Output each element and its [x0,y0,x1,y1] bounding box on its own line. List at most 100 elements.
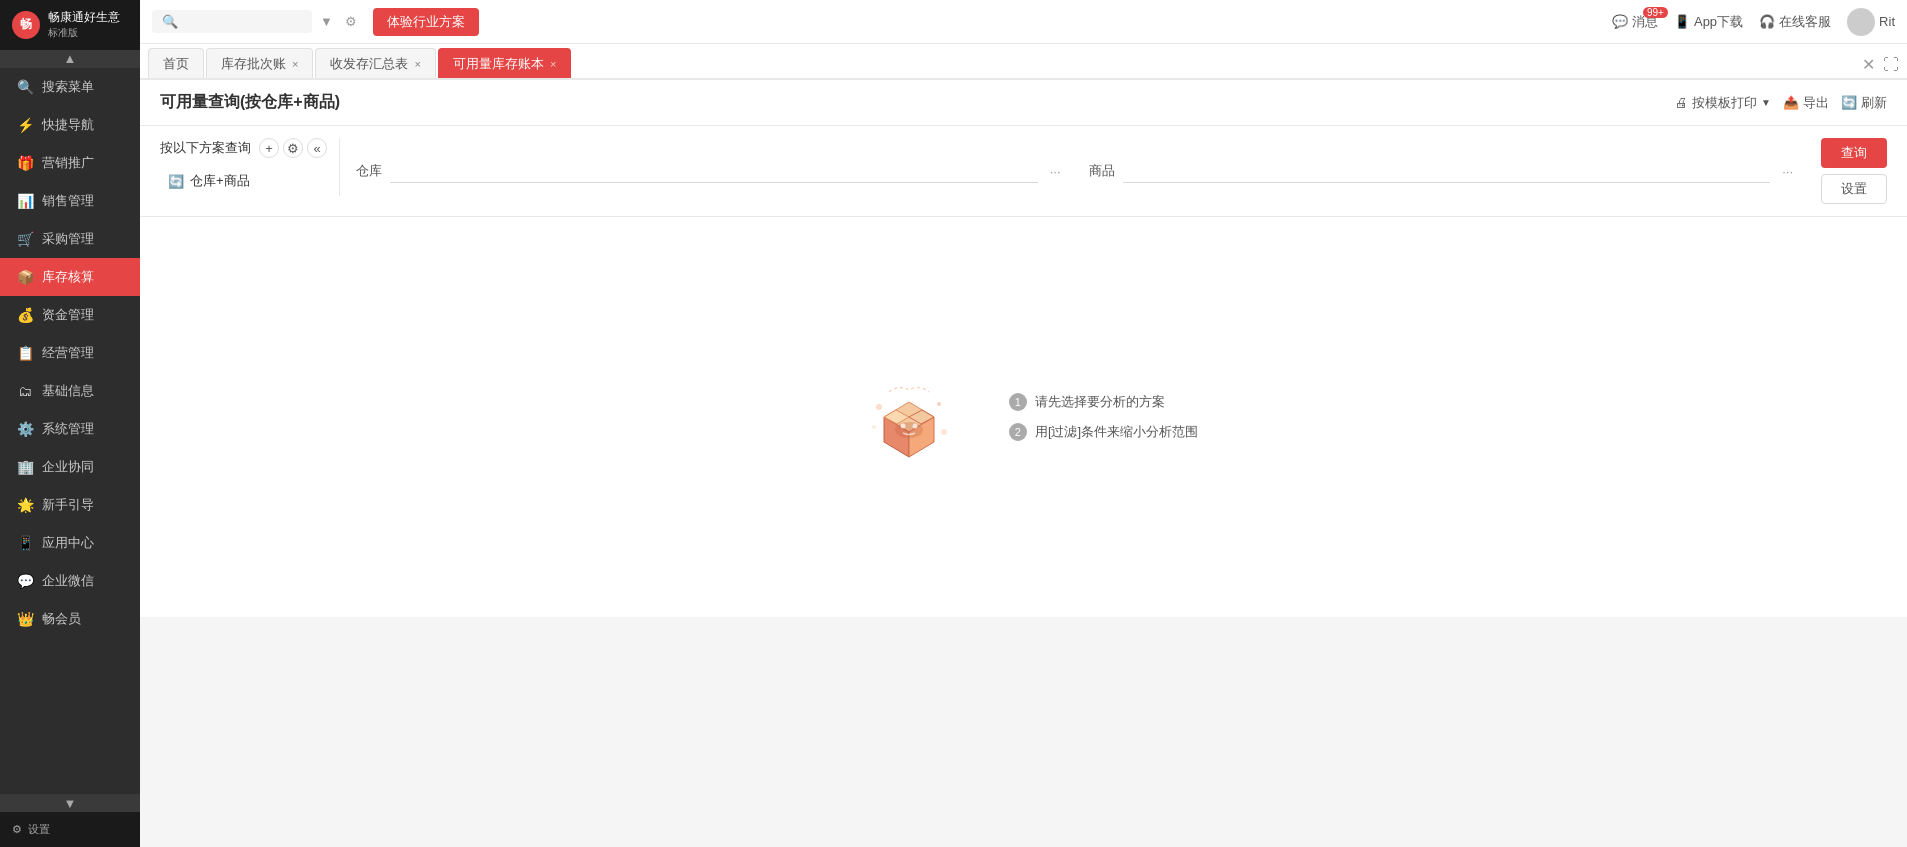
empty-illustration [849,357,969,477]
sidebar-item-inventory[interactable]: 📦 库存核算 [0,258,140,296]
sidebar-scroll-down[interactable]: ▼ [0,794,140,812]
svg-point-7 [912,424,917,429]
export-icon: 📤 [1783,95,1799,110]
sidebar-item-basic[interactable]: 🗂 基础信息 [0,372,140,410]
svg-point-10 [872,425,876,429]
page-header: 可用量查询(按仓库+商品) 🖨 按模板打印 ▼ 📤 导出 🔄 刷新 [140,80,1907,126]
svg-point-6 [900,424,905,429]
wechat-icon: 💬 [16,573,34,589]
basic-icon: 🗂 [16,383,34,399]
sales-icon: 📊 [16,193,34,209]
goods-filter-field: 商品 ··· [1089,159,1798,183]
scheme-refresh-icon: 🔄 [168,174,184,189]
enterprise-icon: 🏢 [16,459,34,475]
sidebar-app-subtitle: 标准版 [48,26,120,40]
add-scheme-button[interactable]: + [259,138,279,158]
sidebar-item-finance[interactable]: 💰 资金管理 [0,296,140,334]
avatar [1847,8,1875,36]
sidebar-item-wechat[interactable]: 💬 企业微信 [0,562,140,600]
print-button[interactable]: 🖨 按模板打印 ▼ [1675,94,1771,112]
user-profile[interactable]: Rit [1847,8,1895,36]
page-content: 可用量查询(按仓库+商品) 🖨 按模板打印 ▼ 📤 导出 🔄 刷新 [140,80,1907,847]
tab-collection-summary[interactable]: 收发存汇总表 × [315,48,435,78]
scheme-item-warehouse-goods[interactable]: 🔄 仓库+商品 [160,166,327,196]
goods-input[interactable] [1123,159,1771,183]
settings-icon: ⚙ [12,823,22,836]
refresh-icon: 🔄 [1841,95,1857,110]
sidebar-item-search[interactable]: 🔍 搜索菜单 [0,68,140,106]
sidebar-item-marketing[interactable]: 🎁 营销推广 [0,144,140,182]
topbar-actions: 💬 消息 99+ 📱 App下载 🎧 在线客服 Rit [1612,8,1895,36]
tab-close-collection[interactable]: × [414,58,420,70]
sidebar-item-system[interactable]: ⚙️ 系统管理 [0,410,140,448]
app-icon: 📱 [1674,14,1690,29]
support-action[interactable]: 🎧 在线客服 [1759,13,1831,31]
tab-available-inventory[interactable]: 可用量库存账本 × [438,48,571,78]
sidebar-item-operations[interactable]: 📋 经营管理 [0,334,140,372]
svg-point-9 [937,402,941,406]
purchase-icon: 🛒 [16,231,34,247]
trial-button[interactable]: 体验行业方案 [373,8,479,36]
topbar-search-box[interactable]: 🔍 [152,10,312,33]
sidebar-bottom: ⚙ 设置 [0,812,140,847]
sidebar-item-shortcut[interactable]: ⚡ 快捷导航 [0,106,140,144]
export-button[interactable]: 📤 导出 [1783,94,1829,112]
topbar-gear-icon[interactable]: ⚙ [345,14,357,29]
topbar-dropdown-icon[interactable]: ▼ [320,14,333,29]
search-icon-topbar: 🔍 [162,14,178,29]
sidebar-item-member[interactable]: 👑 畅会员 [0,600,140,638]
sidebar-item-purchase[interactable]: 🛒 采购管理 [0,220,140,258]
print-icon: 🖨 [1675,95,1688,110]
tab-batch-account[interactable]: 库存批次账 × [206,48,313,78]
search-input[interactable] [182,15,282,29]
sidebar-nav: 🔍 搜索菜单 ⚡ 快捷导航 🎁 营销推广 📊 销售管理 🛒 采购管理 📦 库存核… [0,68,140,794]
refresh-button[interactable]: 🔄 刷新 [1841,94,1887,112]
empty-hint-2: 2 用[过滤]条件来缩小分析范围 [1009,423,1198,441]
hint-num-2: 2 [1009,423,1027,441]
search-icon: 🔍 [16,79,34,95]
sidebar-item-newbie[interactable]: 🌟 新手引导 [0,486,140,524]
tab-home[interactable]: 首页 [148,48,204,78]
goods-more-button[interactable]: ··· [1778,164,1797,179]
tab-close-available[interactable]: × [550,58,556,70]
warehouse-label: 仓库 [356,162,382,180]
chevron-down-icon: ▼ [1761,97,1771,108]
sidebar-scroll-up[interactable]: ▲ [0,50,140,68]
tab-expand-btn[interactable]: ⛶ [1883,56,1899,74]
empty-box-svg [854,362,964,472]
empty-hint-1: 1 请先选择要分析的方案 [1009,393,1198,411]
filter-scheme-header: 按以下方案查询 + ⚙ « [160,138,327,158]
app-download-action[interactable]: 📱 App下载 [1674,13,1743,31]
tab-close-batch[interactable]: × [292,58,298,70]
marketing-icon: 🎁 [16,155,34,171]
edit-scheme-button[interactable]: ⚙ [283,138,303,158]
collapse-scheme-button[interactable]: « [307,138,327,158]
warehouse-filter-field: 仓库 ··· [356,159,1065,183]
headset-icon: 🎧 [1759,14,1775,29]
tab-close-btn[interactable]: ✕ [1862,55,1875,74]
filter-schemes-panel: 按以下方案查询 + ⚙ « 🔄 仓库+商品 [160,138,340,196]
sidebar-item-apps[interactable]: 📱 应用中心 [0,524,140,562]
topbar: 🔍 ▼ ⚙ 体验行业方案 💬 消息 99+ 📱 App下载 🎧 在线客服 Rit [140,0,1907,44]
message-action[interactable]: 💬 消息 99+ [1612,13,1658,31]
scheme-action-buttons: + ⚙ « [259,138,327,158]
sidebar-item-enterprise[interactable]: 🏢 企业协同 [0,448,140,486]
empty-hints: 1 请先选择要分析的方案 2 用[过滤]条件来缩小分析范围 [1009,393,1198,441]
warehouse-more-button[interactable]: ··· [1046,164,1065,179]
hint-num-1: 1 [1009,393,1027,411]
warehouse-input[interactable] [390,159,1038,183]
query-button[interactable]: 查询 [1821,138,1887,168]
svg-point-11 [941,429,947,435]
operations-icon: 📋 [16,345,34,361]
setting-button[interactable]: 设置 [1821,174,1887,204]
main-area: 🔍 ▼ ⚙ 体验行业方案 💬 消息 99+ 📱 App下载 🎧 在线客服 Rit [140,0,1907,847]
member-icon: 👑 [16,611,34,627]
sidebar-logo: 畅 [12,11,40,39]
sidebar: 畅 畅康通好生意 标准版 ▲ 🔍 搜索菜单 ⚡ 快捷导航 🎁 营销推广 📊 销售… [0,0,140,847]
empty-state: 1 请先选择要分析的方案 2 用[过滤]条件来缩小分析范围 [140,217,1907,617]
message-icon: 💬 [1612,14,1628,29]
sidebar-item-sales[interactable]: 📊 销售管理 [0,182,140,220]
svg-point-5 [895,422,923,438]
svg-point-8 [876,404,882,410]
filter-fields: 仓库 ··· 商品 ··· 查询 设置 [356,138,1887,204]
